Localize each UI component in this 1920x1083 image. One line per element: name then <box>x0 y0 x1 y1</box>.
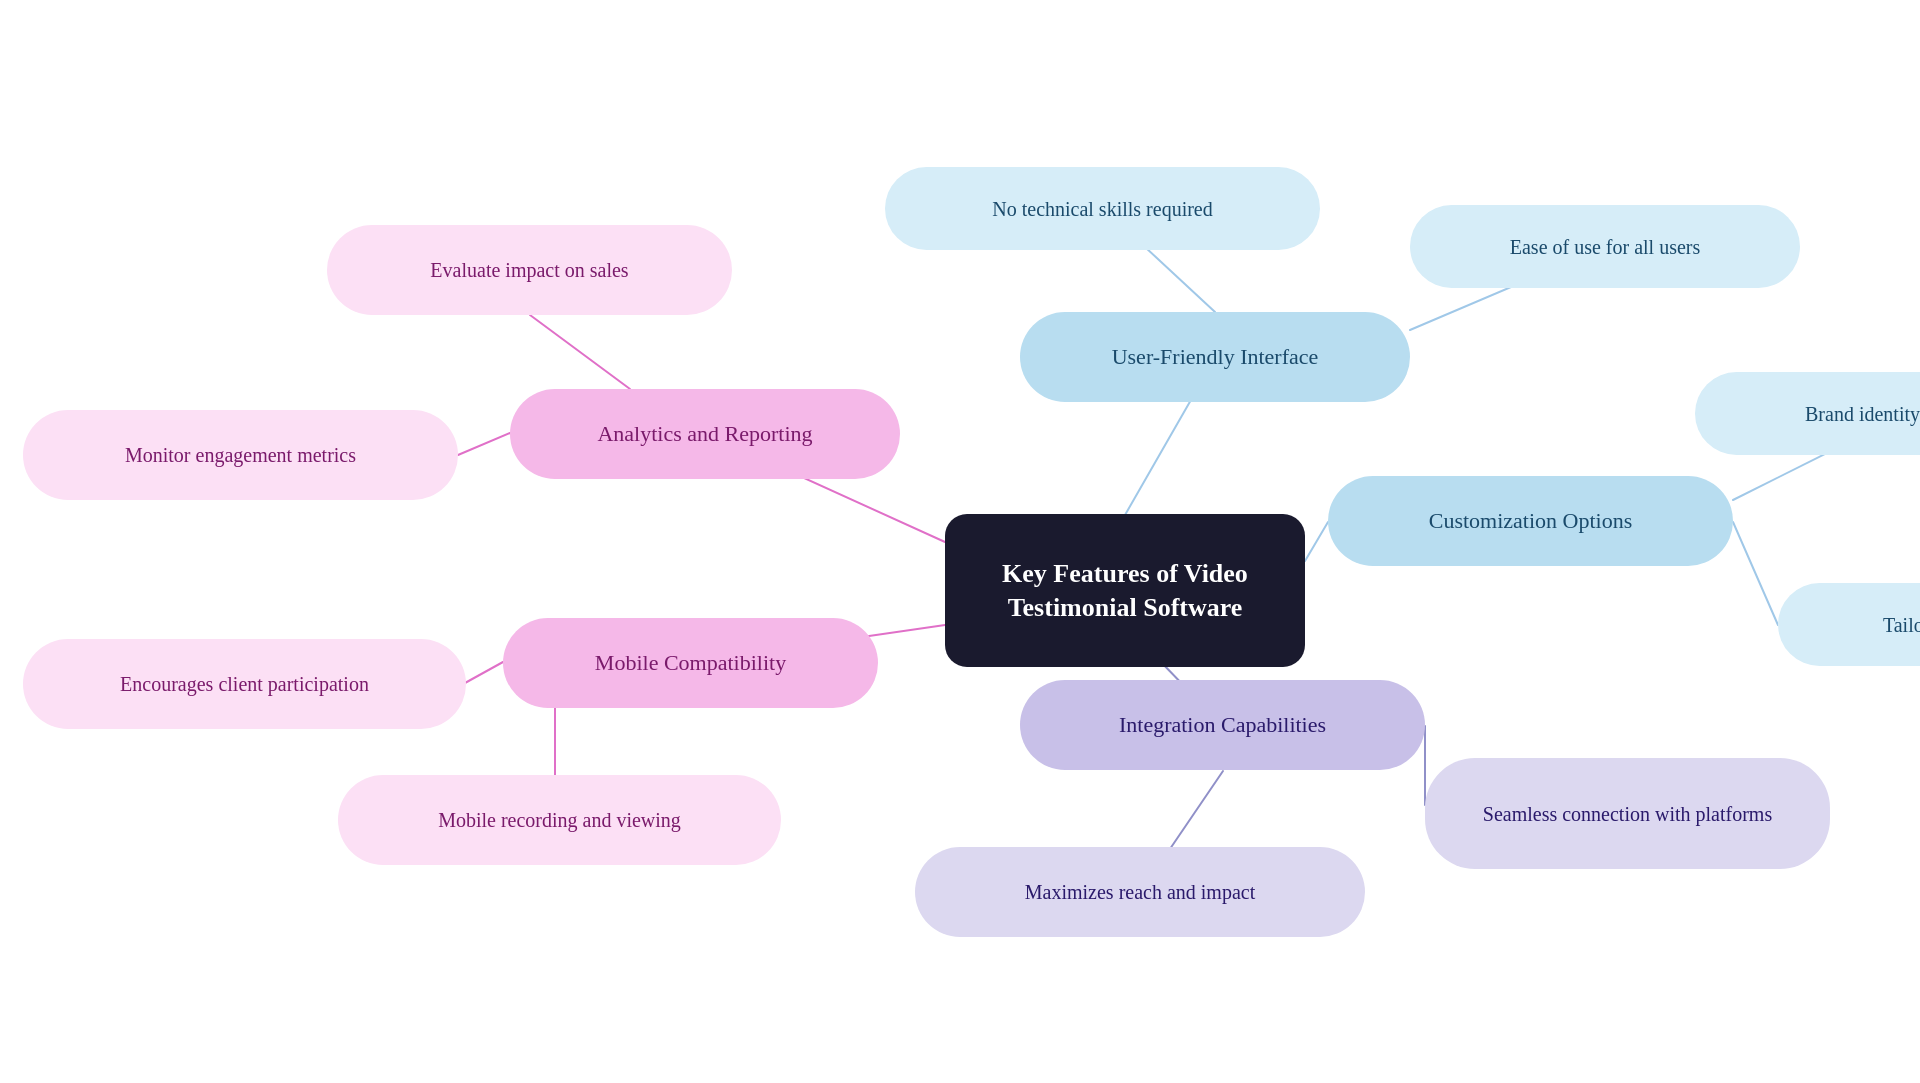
svg-line-10 <box>465 662 503 683</box>
node-tailored-forms: Tailored feedback forms <box>1778 583 1920 666</box>
node-ease-of-use: Ease of use for all users <box>1410 205 1800 288</box>
node-integration: Integration Capabilities <box>1020 680 1425 770</box>
node-analytics: Analytics and Reporting <box>510 389 900 479</box>
node-customization: Customization Options <box>1328 476 1733 566</box>
node-mobile: Mobile Compatibility <box>503 618 878 708</box>
svg-line-5 <box>1733 522 1778 625</box>
svg-line-13 <box>530 315 630 389</box>
node-maximizes: Maximizes reach and impact <box>915 847 1365 937</box>
node-client-participation: Encourages client participation <box>23 639 466 729</box>
center-node: Key Features of Video Testimonial Softwa… <box>945 514 1305 667</box>
node-monitor-engagement: Monitor engagement metrics <box>23 410 458 500</box>
svg-line-3 <box>1305 522 1328 561</box>
node-no-technical: No technical skills required <box>885 167 1320 250</box>
node-seamless: Seamless connection with platforms <box>1425 758 1830 869</box>
node-mobile-recording: Mobile recording and viewing <box>338 775 781 865</box>
node-evaluate-impact: Evaluate impact on sales <box>327 225 732 315</box>
svg-line-14 <box>458 433 510 455</box>
node-brand-identity: Brand identity alignment <box>1695 372 1920 455</box>
node-user-friendly: User-Friendly Interface <box>1020 312 1410 402</box>
